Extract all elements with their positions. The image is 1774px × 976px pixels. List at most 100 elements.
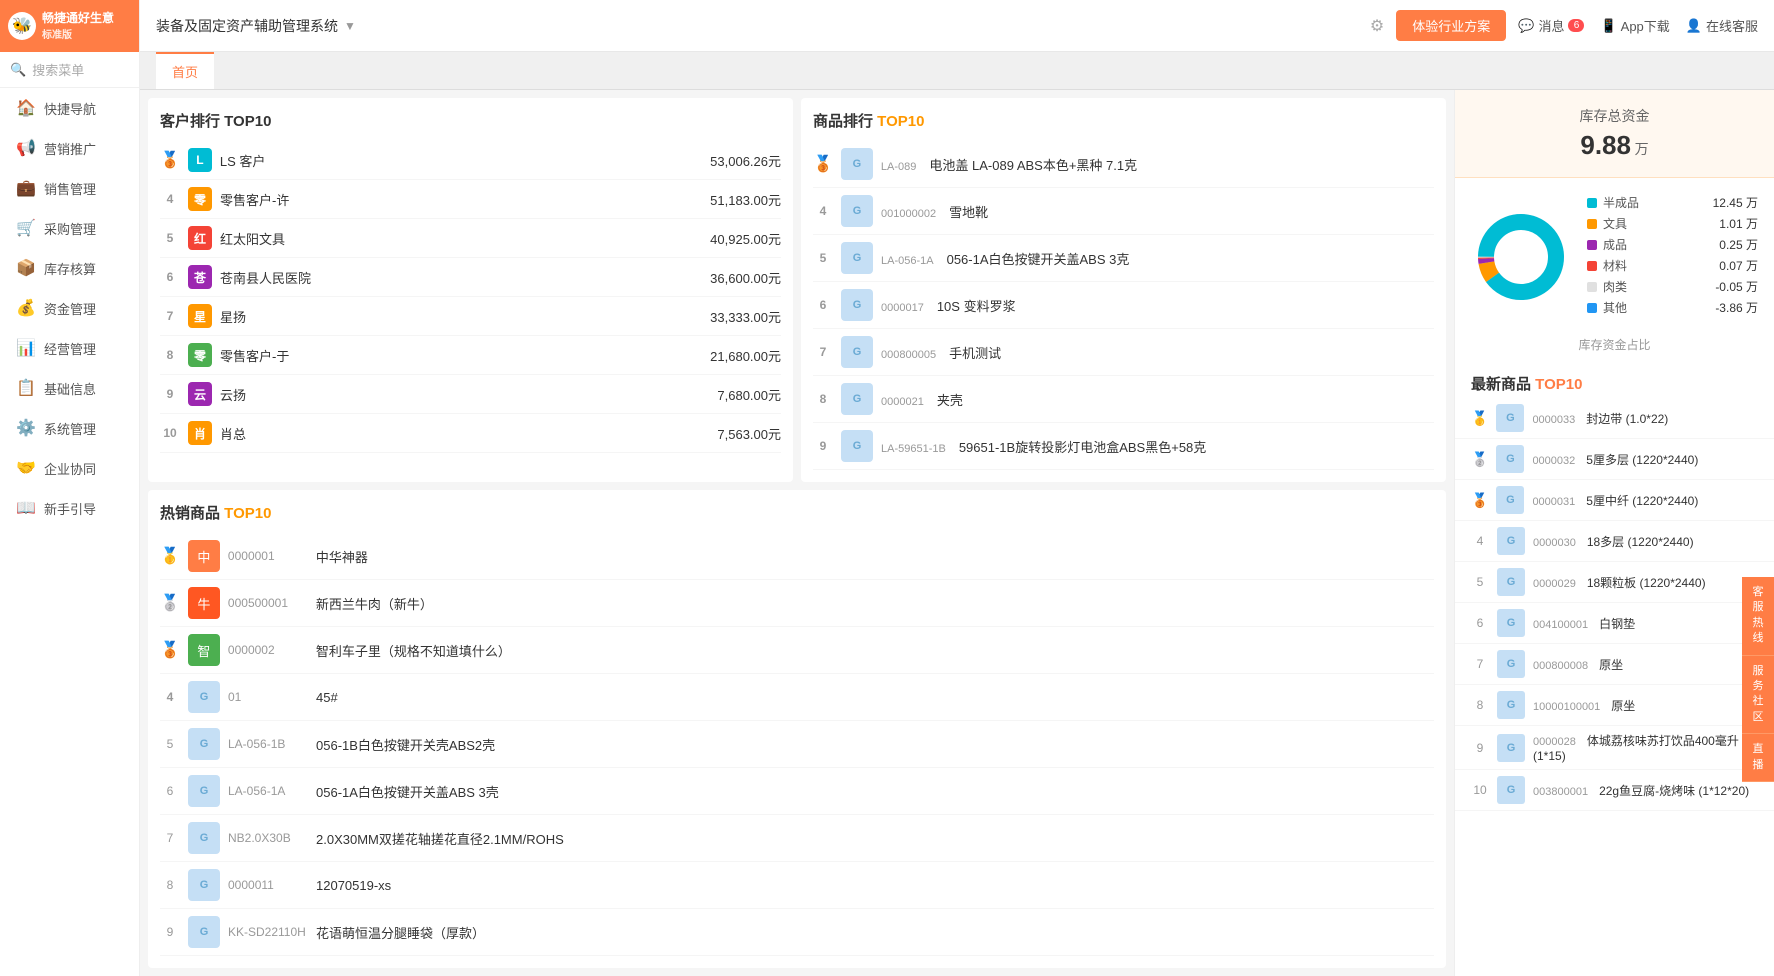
product-item: 4 G 01 45# bbox=[160, 674, 1434, 721]
sidebar-item-inventory[interactable]: 📦 库存核算 bbox=[0, 248, 139, 288]
topbar-title-area: 装备及固定资产辅助管理系统 ▼ bbox=[156, 16, 1358, 36]
sidebar-item-marketing[interactable]: 📢 营销推广 bbox=[0, 128, 139, 168]
rank-number: 9 bbox=[813, 436, 833, 456]
donut-svg bbox=[1471, 207, 1571, 307]
customer-avatar: 星 bbox=[188, 304, 212, 328]
sidebar-item-basic[interactable]: 📋 基础信息 bbox=[0, 368, 139, 408]
legend-value: -0.05 万 bbox=[1715, 278, 1758, 295]
content-left: 客户排行 TOP10 🥉 L LS 客户 53,006.26元 4 零 零售客户… bbox=[140, 90, 1454, 976]
product-ranking-list: 🥉 G LA-089 电池盖 LA-089 ABS本色+黑种 7.1克 4 G … bbox=[813, 141, 1434, 470]
product-info: 000800008 原坐 bbox=[1533, 656, 1758, 673]
sidebar-item-cooperation[interactable]: 🤝 企业协同 bbox=[0, 448, 139, 488]
legend-item-stationery: 文具 1.01 万 bbox=[1587, 215, 1758, 232]
customer-name: 星扬 bbox=[220, 307, 702, 326]
product-code: 0000030 bbox=[1533, 537, 1587, 549]
product-thumb: G bbox=[1497, 734, 1525, 762]
sidebar-item-operations[interactable]: 📊 经营管理 bbox=[0, 328, 139, 368]
bronze-medal-icon: 🥉 bbox=[1471, 492, 1488, 509]
basic-icon: 📋 bbox=[16, 378, 36, 398]
product-thumb: G bbox=[841, 242, 873, 274]
cooperation-icon: 🤝 bbox=[16, 458, 36, 478]
rank-number: 6 bbox=[160, 267, 180, 287]
product-thumb: G bbox=[1497, 650, 1525, 678]
sidebar-item-system[interactable]: ⚙️ 系统管理 bbox=[0, 408, 139, 448]
sidebar-item-shortcuts[interactable]: 🏠 快捷导航 bbox=[0, 88, 139, 128]
product-thumb: G bbox=[188, 728, 220, 760]
customer-service-button[interactable]: 客服热线 bbox=[1742, 577, 1774, 656]
product-info: LA-056-1A 056-1A白色按键开关盖ABS 3克 bbox=[881, 249, 1434, 268]
customer-name: 肖总 bbox=[220, 424, 709, 443]
sidebar-item-label: 资金管理 bbox=[44, 299, 96, 318]
rank-number: 4 bbox=[1471, 534, 1489, 548]
app-download-button[interactable]: 📱 App下载 bbox=[1600, 16, 1669, 35]
inventory-value: 9.88 bbox=[1580, 130, 1631, 160]
product-code: 0000029 bbox=[1533, 578, 1587, 590]
product-item: 🥈 牛 000500001 新西兰牛肉（新牛） bbox=[160, 580, 1434, 627]
product-info: 0000033 封边带 (1.0*22) bbox=[1532, 410, 1758, 427]
new-product-item: 10 G 003800001 22g鱼豆腐-烧烤味 (1*12*20) bbox=[1455, 770, 1774, 811]
chevron-down-icon: ▼ bbox=[344, 19, 356, 33]
product-thumb: 中 bbox=[188, 540, 220, 572]
sidebar-item-label: 快捷导航 bbox=[44, 99, 96, 118]
customer-avatar: 零 bbox=[188, 343, 212, 367]
message-button[interactable]: 💬 消息 6 bbox=[1518, 16, 1584, 35]
service-community-button[interactable]: 服务社区 bbox=[1742, 656, 1774, 735]
rank-number: 7 bbox=[813, 342, 833, 362]
sidebar-item-guide[interactable]: 📖 新手引导 bbox=[0, 488, 139, 528]
message-label: 消息 bbox=[1538, 16, 1564, 35]
legend-value: 0.25 万 bbox=[1719, 236, 1758, 253]
rank-item: 4 零 零售客户-许 51,183.00元 bbox=[160, 180, 781, 219]
customer-avatar: L bbox=[188, 148, 212, 172]
new-products-title: 最新商品 TOP10 bbox=[1455, 361, 1774, 398]
marketing-icon: 📢 bbox=[16, 138, 36, 158]
guide-icon: 📖 bbox=[16, 498, 36, 518]
product-thumb: G bbox=[1497, 691, 1525, 719]
sidebar-item-purchase[interactable]: 🛒 采购管理 bbox=[0, 208, 139, 248]
rank-item: 9 G LA-59651-1B 59651-1B旋转投影灯电池盒ABS黑色+58… bbox=[813, 423, 1434, 470]
content-area: 客户排行 TOP10 🥉 L LS 客户 53,006.26元 4 零 零售客户… bbox=[140, 90, 1774, 976]
online-service-button[interactable]: 👤 在线客服 bbox=[1686, 16, 1758, 35]
product-name: 45# bbox=[316, 690, 1434, 705]
product-code: LA-056-1A bbox=[228, 784, 308, 798]
product-thumb: G bbox=[188, 869, 220, 901]
settings-icon[interactable]: ⚙ bbox=[1370, 16, 1384, 36]
product-code: 0000031 bbox=[1532, 496, 1586, 508]
rank-number: 5 bbox=[813, 248, 833, 268]
live-stream-button[interactable]: 直播 bbox=[1742, 734, 1774, 782]
tab-home[interactable]: 首页 bbox=[156, 52, 214, 89]
bronze-medal-icon: 🥉 bbox=[160, 640, 180, 660]
product-item: 🥇 中 0000001 中华神器 bbox=[160, 533, 1434, 580]
sidebar-item-finance[interactable]: 💰 资金管理 bbox=[0, 288, 139, 328]
product-info: 0000021 夹壳 bbox=[881, 390, 1434, 409]
rank-item: 5 G LA-056-1A 056-1A白色按键开关盖ABS 3克 bbox=[813, 235, 1434, 282]
customer-name: 零售客户-于 bbox=[220, 346, 702, 365]
rank-item: 7 G 000800005 手机测试 bbox=[813, 329, 1434, 376]
sidebar-item-label: 系统管理 bbox=[44, 419, 96, 438]
customer-name: 云扬 bbox=[220, 385, 709, 404]
product-name: 056-1A白色按键开关盖ABS 3壳 bbox=[316, 782, 1434, 801]
product-thumb: G bbox=[1497, 568, 1525, 596]
sidebar-item-sales[interactable]: 💼 销售管理 bbox=[0, 168, 139, 208]
sidebar-item-label: 营销推广 bbox=[44, 139, 96, 158]
legend-dot bbox=[1587, 303, 1597, 313]
product-thumb: G bbox=[1497, 776, 1525, 804]
gold-medal-icon: 🥇 bbox=[1471, 410, 1488, 427]
rank-number: 6 bbox=[1471, 616, 1489, 630]
product-thumb: G bbox=[188, 681, 220, 713]
chart-area: 半成品 12.45 万 文具 1.01 万 成品 0.25 万 bbox=[1455, 178, 1774, 336]
product-info: 001000002 雪地靴 bbox=[881, 202, 1434, 221]
rank-number: 8 bbox=[813, 389, 833, 409]
product-thumb: G bbox=[841, 195, 873, 227]
donut-chart bbox=[1471, 207, 1571, 307]
trial-button[interactable]: 体验行业方案 bbox=[1396, 10, 1506, 41]
message-badge: 6 bbox=[1568, 19, 1584, 32]
legend-item-finished: 成品 0.25 万 bbox=[1587, 236, 1758, 253]
rank-number: 9 bbox=[160, 384, 180, 404]
customer-value: 53,006.26元 bbox=[710, 151, 781, 170]
customer-name: 零售客户-许 bbox=[220, 190, 702, 209]
search-menu[interactable]: 🔍 搜索菜单 bbox=[0, 52, 139, 88]
rank-number: 4 bbox=[160, 189, 180, 209]
rank-number: 5 bbox=[160, 228, 180, 248]
new-product-item: 5 G 0000029 18颗粒板 (1220*2440) bbox=[1455, 562, 1774, 603]
product-code: 0000011 bbox=[228, 878, 308, 892]
